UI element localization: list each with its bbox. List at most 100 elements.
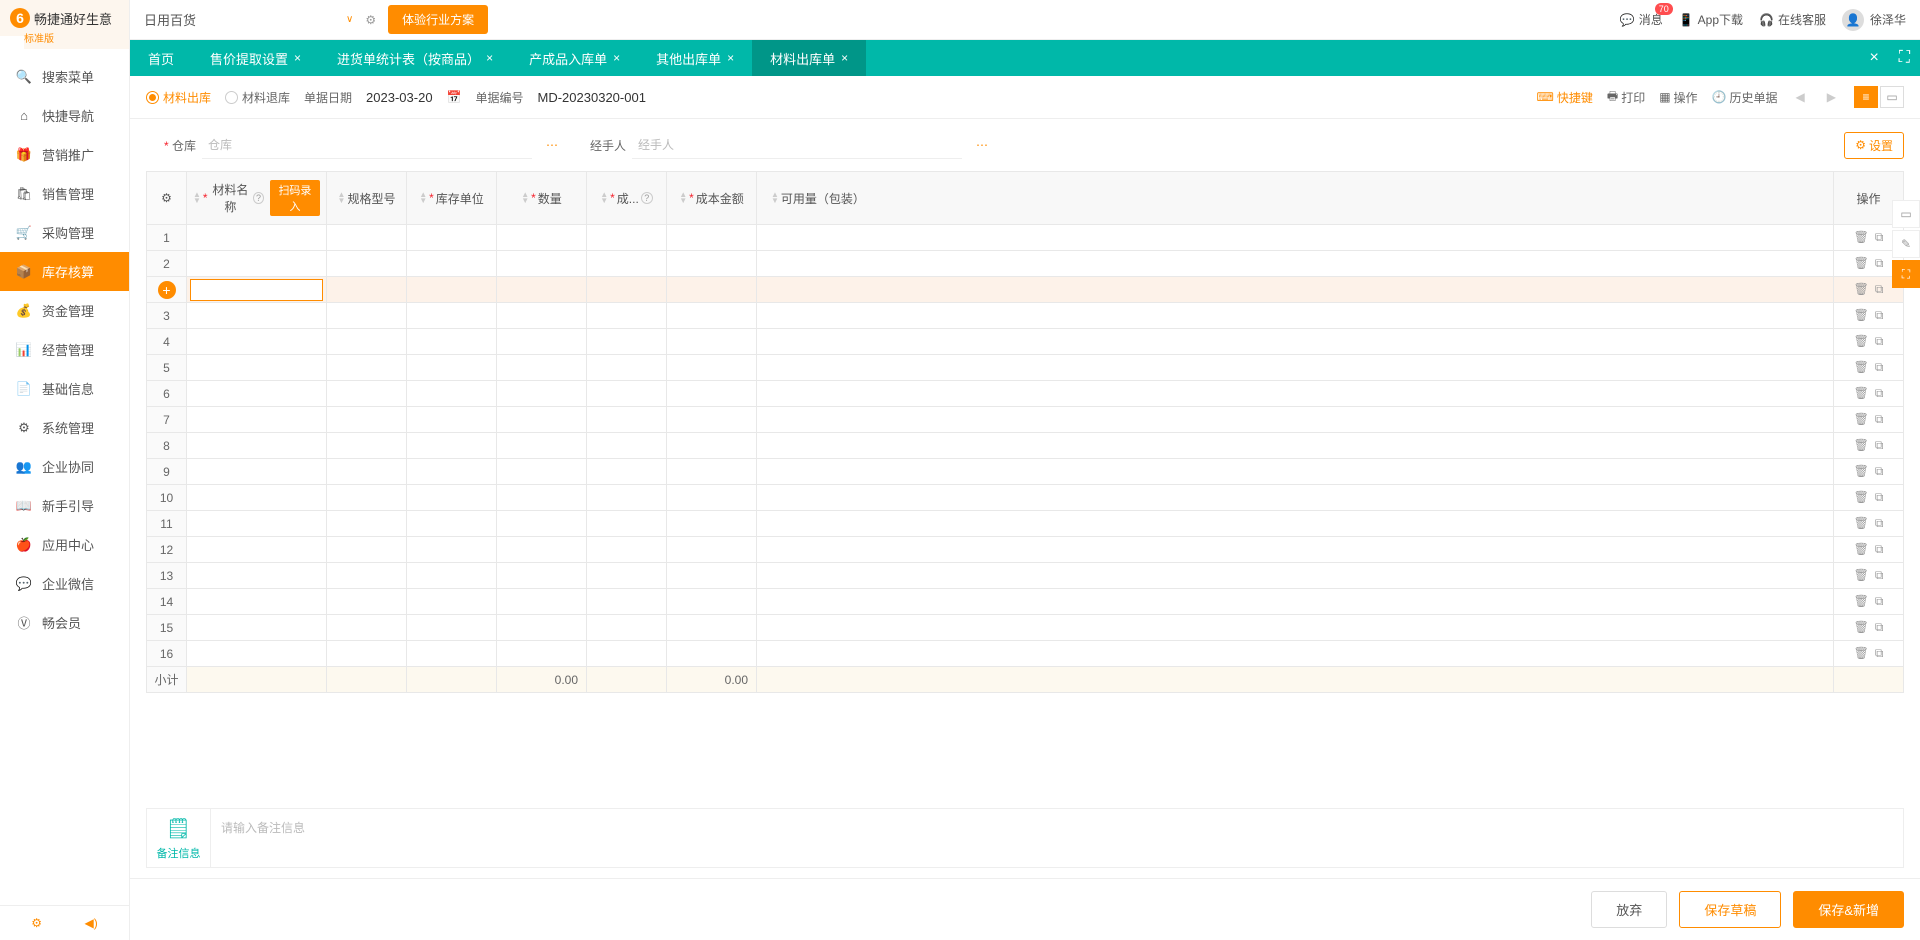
help-icon[interactable]: ? <box>253 192 264 204</box>
col-spec[interactable]: ▲▼规格型号 <box>327 172 407 225</box>
delete-icon[interactable]: 🗑 <box>1851 490 1872 504</box>
tab-2[interactable]: 进货单统计表（按商品）× <box>319 40 511 76</box>
messages-button[interactable]: 💬 消息 70 <box>1620 11 1663 28</box>
delete-icon[interactable]: 🗑 <box>1851 360 1872 374</box>
delete-icon[interactable]: 🗑 <box>1851 386 1872 400</box>
app-download-button[interactable]: 📱 App下载 <box>1679 11 1743 28</box>
copy-icon[interactable]: ⧉ <box>1872 516 1887 530</box>
operate-button[interactable]: ▦操作 <box>1659 89 1697 106</box>
sidebar-item-0[interactable]: 🔍搜索菜单 <box>0 57 129 96</box>
gear-icon[interactable]: ⚙ <box>31 916 42 930</box>
copy-icon[interactable]: ⧉ <box>1872 568 1887 582</box>
tab-expand[interactable]: ⛶ <box>1889 49 1920 67</box>
sidebar-item-8[interactable]: 📄基础信息 <box>0 369 129 408</box>
delete-icon[interactable]: 🗑 <box>1851 308 1872 322</box>
tab-5[interactable]: 材料出库单× <box>752 40 866 76</box>
copy-icon[interactable]: ⧉ <box>1872 438 1887 452</box>
copy-icon[interactable]: ⧉ <box>1872 308 1887 322</box>
copy-icon[interactable]: ⧉ <box>1872 360 1887 374</box>
sidebar-item-3[interactable]: 🛍销售管理 <box>0 174 129 213</box>
copy-icon[interactable]: ⧉ <box>1872 230 1887 244</box>
sidebar-item-1[interactable]: ⌂快捷导航 <box>0 96 129 135</box>
tab-1[interactable]: 售价提取设置× <box>192 40 319 76</box>
help-icon[interactable]: ? <box>641 192 653 204</box>
settings-button[interactable]: ⚙设置 <box>1844 132 1904 159</box>
sidebar-item-11[interactable]: 📖新手引导 <box>0 486 129 525</box>
sidebar-item-5[interactable]: 📦库存核算 <box>0 252 129 291</box>
copy-icon[interactable]: ⧉ <box>1872 490 1887 504</box>
copy-icon[interactable]: ⧉ <box>1872 334 1887 348</box>
discard-button[interactable]: 放弃 <box>1591 891 1667 928</box>
copy-icon[interactable]: ⧉ <box>1872 386 1887 400</box>
table-row[interactable]: 7🗑⧉ <box>147 407 1904 433</box>
remarks-input[interactable] <box>211 809 1903 867</box>
col-material-name[interactable]: ▲▼*材料名称?扫码录入 <box>187 172 327 225</box>
table-row[interactable]: 15🗑⧉ <box>147 615 1904 641</box>
table-row[interactable]: 13🗑⧉ <box>147 563 1904 589</box>
table-row[interactable]: 10🗑⧉ <box>147 485 1904 511</box>
delete-icon[interactable]: 🗑 <box>1851 594 1872 608</box>
sidebar-item-13[interactable]: 💬企业微信 <box>0 564 129 603</box>
print-button[interactable]: 🖶打印 <box>1607 87 1645 108</box>
delete-icon[interactable]: 🗑 <box>1851 256 1872 270</box>
delete-icon[interactable]: 🗑 <box>1851 516 1872 530</box>
table-row[interactable]: 6🗑⧉ <box>147 381 1904 407</box>
copy-icon[interactable]: ⧉ <box>1872 256 1887 270</box>
delete-icon[interactable]: 🗑 <box>1851 464 1872 478</box>
table-row[interactable]: + 🗑⧉ <box>147 277 1904 303</box>
copy-icon[interactable]: ⧉ <box>1872 646 1887 660</box>
table-row[interactable]: 2🗑⧉ <box>147 251 1904 277</box>
table-row[interactable]: 8🗑⧉ <box>147 433 1904 459</box>
radio-material-return[interactable]: 材料退库 <box>225 89 290 106</box>
tab-close-all[interactable]: × <box>1859 49 1888 67</box>
more-icon[interactable]: ⋯ <box>968 138 996 152</box>
delete-icon[interactable]: 🗑 <box>1851 646 1872 660</box>
category-dropdown[interactable]: 日用百货 ∨ <box>144 10 353 29</box>
delete-icon[interactable]: 🗑 <box>1851 438 1872 452</box>
close-icon[interactable]: × <box>841 51 848 65</box>
copy-icon[interactable]: ⧉ <box>1872 594 1887 608</box>
table-row[interactable]: 9🗑⧉ <box>147 459 1904 485</box>
sidebar-item-12[interactable]: 🍎应用中心 <box>0 525 129 564</box>
sidebar-item-6[interactable]: 💰资金管理 <box>0 291 129 330</box>
delete-icon[interactable]: 🗑 <box>1851 334 1872 348</box>
delete-icon[interactable]: 🗑 <box>1851 620 1872 634</box>
delete-icon[interactable]: 🗑 <box>1851 282 1872 296</box>
col-qty[interactable]: ▲▼*数量 <box>497 172 587 225</box>
warehouse-input[interactable] <box>202 131 532 159</box>
save-draft-button[interactable]: 保存草稿 <box>1679 891 1781 928</box>
table-row[interactable]: 16🗑⧉ <box>147 641 1904 667</box>
copy-icon[interactable]: ⧉ <box>1872 412 1887 426</box>
save-new-button[interactable]: 保存&新增 <box>1793 891 1904 928</box>
collapse-icon[interactable]: ◀) <box>85 916 98 930</box>
close-icon[interactable]: × <box>294 51 301 65</box>
add-row-button[interactable]: + <box>158 281 176 299</box>
col-settings[interactable]: ⚙ <box>147 172 187 225</box>
col-available[interactable]: ▲▼可用量（包装） <box>757 172 1834 225</box>
delete-icon[interactable]: 🗑 <box>1851 230 1872 244</box>
handler-input[interactable] <box>632 131 962 159</box>
radio-material-out[interactable]: 材料出库 <box>146 89 211 106</box>
next-icon[interactable]: ▶ <box>1823 90 1840 104</box>
side-tool-1[interactable]: ▭ <box>1892 200 1920 228</box>
copy-icon[interactable]: ⧉ <box>1872 282 1887 296</box>
history-button[interactable]: 🕘历史单据 <box>1712 89 1778 106</box>
sidebar-item-4[interactable]: 🛒采购管理 <box>0 213 129 252</box>
user-menu[interactable]: 👤 徐泽华 <box>1842 9 1906 31</box>
col-cost-amount[interactable]: ▲▼*成本金额 <box>667 172 757 225</box>
side-tool-2[interactable]: ✎ <box>1892 230 1920 258</box>
view-card-button[interactable]: ▭ <box>1880 86 1904 108</box>
close-icon[interactable]: × <box>613 51 620 65</box>
copy-icon[interactable]: ⧉ <box>1872 542 1887 556</box>
prev-icon[interactable]: ◀ <box>1792 90 1809 104</box>
calendar-icon[interactable]: 📅 <box>447 90 462 104</box>
tab-4[interactable]: 其他出库单× <box>638 40 752 76</box>
close-icon[interactable]: × <box>727 51 734 65</box>
date-value[interactable]: 2023-03-20 <box>366 90 433 105</box>
shortcut-button[interactable]: ⌨快捷键 <box>1537 89 1593 106</box>
cta-button[interactable]: 体验行业方案 <box>388 5 488 34</box>
table-row[interactable]: 5🗑⧉ <box>147 355 1904 381</box>
close-icon[interactable]: × <box>486 51 493 65</box>
more-icon[interactable]: ⋯ <box>538 138 566 152</box>
tab-3[interactable]: 产成品入库单× <box>511 40 638 76</box>
